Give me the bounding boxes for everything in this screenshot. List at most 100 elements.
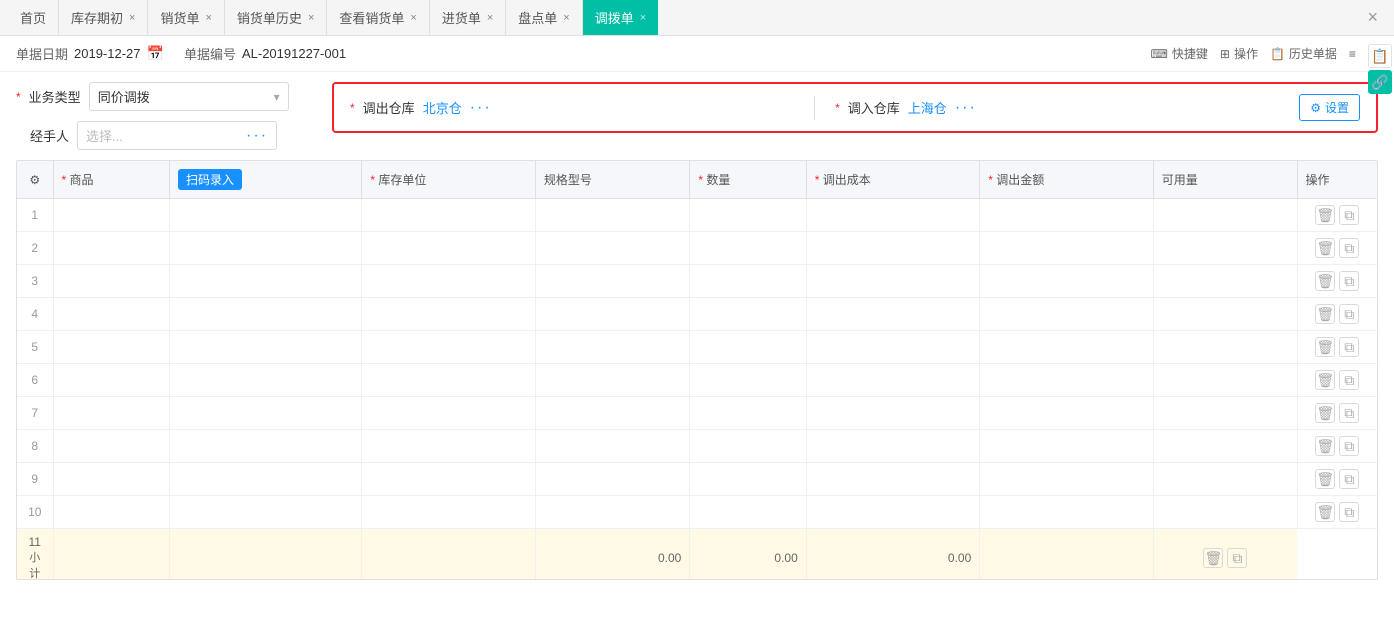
cell-unit[interactable] [362,232,535,265]
delete-icon[interactable]: 🗑 [1315,205,1335,225]
cell-transfer-cost[interactable] [806,430,979,463]
cell-spec[interactable] [535,331,689,364]
cell-spec[interactable] [535,199,689,232]
cell-quantity[interactable] [690,463,806,496]
copy-icon[interactable]: ⧉ [1339,403,1359,423]
business-type-select[interactable]: 同价调拨 ▾ [89,82,289,111]
cell-product[interactable] [53,331,169,364]
copy-icon[interactable]: ⧉ [1339,436,1359,456]
tab-purchase-close[interactable]: × [487,12,493,24]
cell-transfer-cost[interactable] [806,397,979,430]
cell-product[interactable] [53,496,169,529]
cell-unit[interactable] [362,199,535,232]
cell-unit[interactable] [362,265,535,298]
cell-product[interactable] [53,430,169,463]
delete-icon[interactable]: 🗑 [1315,502,1335,522]
scan-btn[interactable]: 扫码录入 [178,169,242,190]
cell-spec[interactable] [535,496,689,529]
delete-icon[interactable]: 🗑 [1315,469,1335,489]
cell-spec[interactable] [535,430,689,463]
tab-transfer[interactable]: 调拨单 × [583,0,658,35]
cell-quantity[interactable] [690,364,806,397]
copy-icon[interactable]: ⧉ [1339,469,1359,489]
tab-inventory-init[interactable]: 库存期初 × [59,0,148,35]
cell-quantity[interactable] [690,199,806,232]
settings-button[interactable]: ⚙ 设置 [1299,94,1360,121]
cell-transfer-cost[interactable] [806,199,979,232]
cell-quantity[interactable] [690,496,806,529]
tab-stocktake[interactable]: 盘点单 × [506,0,582,35]
warehouse-in-more-btn[interactable]: ··· [955,99,977,117]
tab-home[interactable]: 首页 [8,0,59,35]
cell-quantity[interactable] [690,265,806,298]
copy-icon[interactable]: ⧉ [1339,238,1359,258]
tab-sales-order-close[interactable]: × [205,12,211,24]
sidebar-doc-icon[interactable]: 📋 [1368,44,1392,68]
cell-product[interactable] [53,265,169,298]
cell-spec[interactable] [535,397,689,430]
cell-transfer-amount[interactable] [980,331,1153,364]
cell-spec[interactable] [535,364,689,397]
manager-more-btn[interactable]: ··· [246,127,268,145]
cell-transfer-amount[interactable] [980,463,1153,496]
cell-transfer-cost[interactable] [806,463,979,496]
cell-transfer-cost[interactable] [806,232,979,265]
tab-sales-order[interactable]: 销货单 × [148,0,224,35]
cell-transfer-amount[interactable] [980,298,1153,331]
cell-product[interactable] [53,397,169,430]
cell-spec[interactable] [535,463,689,496]
sidebar-link-icon[interactable]: 🔗 [1368,70,1392,94]
cell-transfer-amount[interactable] [980,199,1153,232]
cell-unit[interactable] [362,364,535,397]
tab-stocktake-close[interactable]: × [563,12,569,24]
copy-icon[interactable]: ⧉ [1339,502,1359,522]
copy-icon[interactable]: ⧉ [1339,271,1359,291]
cell-transfer-cost[interactable] [806,265,979,298]
cell-transfer-cost[interactable] [806,298,979,331]
cell-product[interactable] [53,463,169,496]
cell-unit[interactable] [362,496,535,529]
cell-product[interactable] [53,232,169,265]
delete-icon[interactable]: 🗑 [1315,403,1335,423]
cell-unit[interactable] [362,298,535,331]
copy-icon[interactable]: ⧉ [1339,205,1359,225]
cell-spec[interactable] [535,265,689,298]
tab-sales-history-close[interactable]: × [308,12,314,24]
cell-transfer-amount[interactable] [980,430,1153,463]
manager-select[interactable]: 选择... ··· [77,121,277,150]
tab-inventory-init-close[interactable]: × [129,12,135,24]
warehouse-out-more-btn[interactable]: ··· [470,99,492,117]
delete-icon[interactable]: 🗑 [1203,548,1223,568]
cell-product[interactable] [53,199,169,232]
history-btn[interactable]: 📋 历史单据 [1270,45,1337,62]
copy-icon[interactable]: ⧉ [1227,548,1247,568]
cell-transfer-amount[interactable] [980,397,1153,430]
tab-purchase[interactable]: 进货单 × [430,0,506,35]
cell-transfer-cost[interactable] [806,364,979,397]
calendar-icon[interactable]: 📅 [147,45,164,62]
cell-unit[interactable] [362,397,535,430]
tab-transfer-close[interactable]: × [640,12,646,24]
delete-icon[interactable]: 🗑 [1315,337,1335,357]
col-gear[interactable]: ⚙ [17,161,53,199]
cell-quantity[interactable] [690,232,806,265]
shortcut-btn[interactable]: ⌨ 快捷键 [1151,45,1208,62]
copy-icon[interactable]: ⧉ [1339,370,1359,390]
cell-transfer-amount[interactable] [980,265,1153,298]
delete-icon[interactable]: 🗑 [1315,370,1335,390]
cell-product[interactable] [53,298,169,331]
tab-sales-history[interactable]: 销货单历史 × [225,0,327,35]
cell-quantity[interactable] [690,331,806,364]
cell-unit[interactable] [362,430,535,463]
grid-view-btn1[interactable]: ≡ [1349,47,1356,61]
cell-transfer-amount[interactable] [980,364,1153,397]
cell-product[interactable] [53,364,169,397]
operations-btn[interactable]: ⊞ 操作 [1220,45,1258,62]
copy-icon[interactable]: ⧉ [1339,304,1359,324]
tab-view-sales[interactable]: 查看销货单 × [327,0,429,35]
tab-view-sales-close[interactable]: × [410,12,416,24]
delete-icon[interactable]: 🗑 [1315,436,1335,456]
cell-unit[interactable] [362,463,535,496]
delete-icon[interactable]: 🗑 [1315,271,1335,291]
delete-icon[interactable]: 🗑 [1315,238,1335,258]
